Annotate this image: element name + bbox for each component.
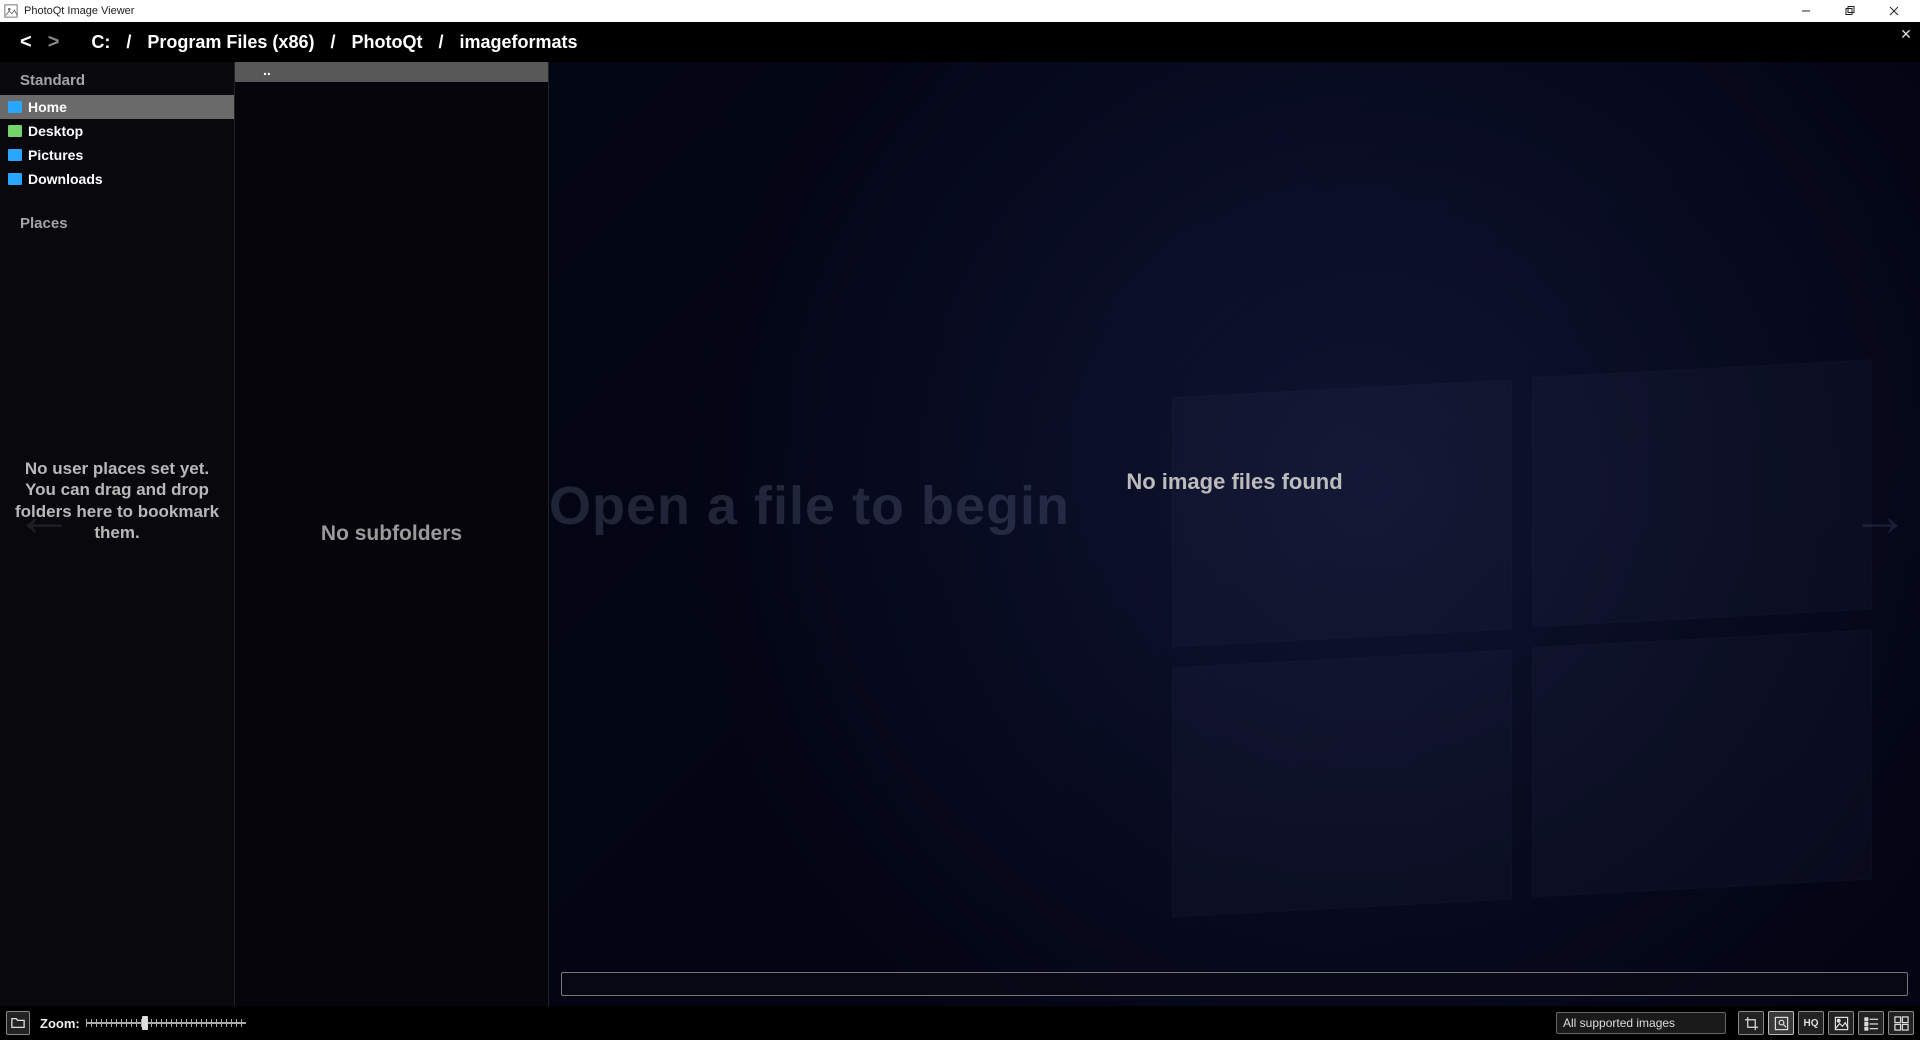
places-empty-message: No user places set yet. You can drag and… bbox=[0, 458, 234, 543]
window-titlebar: PhotoQt Image Viewer bbox=[0, 0, 1920, 22]
app-icon bbox=[4, 4, 18, 18]
filename-input[interactable] bbox=[561, 972, 1908, 996]
sidebar-item-label: Home bbox=[28, 99, 67, 115]
open-file-ghost-text: Open a file to begin bbox=[549, 475, 1070, 537]
preview-panel: Open a file to begin No image files foun… bbox=[549, 62, 1920, 1006]
breadcrumb-separator: / bbox=[432, 32, 449, 53]
sidebar: Standard Home Desktop Pictures Downloads… bbox=[0, 62, 235, 1006]
breadcrumb-separator: / bbox=[120, 32, 137, 53]
breadcrumb-segment[interactable]: C: bbox=[81, 30, 120, 55]
preview-toggle-button[interactable] bbox=[1768, 1011, 1794, 1035]
sidebar-item-downloads[interactable]: Downloads bbox=[0, 167, 234, 191]
no-subfolders-label: No subfolders bbox=[321, 522, 462, 546]
main-area: Standard Home Desktop Pictures Downloads… bbox=[0, 62, 1920, 1006]
parent-folder-item[interactable]: .. bbox=[235, 62, 548, 82]
breadcrumb-separator: / bbox=[324, 32, 341, 53]
background-windows-logo bbox=[1172, 388, 1872, 908]
maximize-button[interactable] bbox=[1828, 0, 1872, 22]
close-panel-button[interactable]: ✕ bbox=[1898, 26, 1914, 42]
no-images-label: No image files found bbox=[1126, 469, 1342, 495]
breadcrumb-segment[interactable]: imageformats bbox=[449, 30, 587, 55]
open-folder-button[interactable] bbox=[6, 1011, 30, 1035]
sidebar-item-pictures[interactable]: Pictures bbox=[0, 143, 234, 167]
subfolders-panel: .. No subfolders bbox=[235, 62, 549, 1006]
zoom-label: Zoom: bbox=[40, 1016, 80, 1031]
minimize-button[interactable] bbox=[1784, 0, 1828, 22]
sidebar-item-label: Desktop bbox=[28, 123, 83, 139]
folder-icon bbox=[8, 125, 22, 137]
file-type-filter-select[interactable]: All supported images bbox=[1556, 1012, 1726, 1034]
sidebar-header-standard: Standard bbox=[0, 62, 234, 95]
folder-icon bbox=[8, 173, 22, 185]
bottom-toolbar: Zoom: All supported images HQ bbox=[0, 1006, 1920, 1040]
hq-toggle-button[interactable]: HQ bbox=[1798, 1011, 1824, 1035]
zoom-slider[interactable] bbox=[86, 1021, 246, 1025]
sidebar-header-places: Places bbox=[0, 205, 234, 238]
zoom-slider-handle[interactable] bbox=[142, 1016, 148, 1030]
close-window-button[interactable] bbox=[1872, 0, 1916, 22]
breadcrumb-bar: < > C: / Program Files (x86) / PhotoQt /… bbox=[0, 22, 1920, 62]
sidebar-item-label: Downloads bbox=[28, 171, 103, 187]
thumbnail-view-button[interactable] bbox=[1828, 1011, 1854, 1035]
folder-icon bbox=[8, 149, 22, 161]
next-image-ghost-arrow bbox=[1850, 481, 1910, 550]
grid-view-button[interactable] bbox=[1888, 1011, 1914, 1035]
crop-view-button[interactable] bbox=[1738, 1011, 1764, 1035]
sidebar-item-label: Pictures bbox=[28, 147, 83, 163]
breadcrumb-segment[interactable]: Program Files (x86) bbox=[137, 30, 324, 55]
nav-back-button[interactable]: < bbox=[12, 31, 40, 54]
list-view-button[interactable] bbox=[1858, 1011, 1884, 1035]
filter-select-label: All supported images bbox=[1563, 1016, 1675, 1030]
folder-icon bbox=[8, 101, 22, 113]
breadcrumb-segment[interactable]: PhotoQt bbox=[341, 30, 432, 55]
nav-forward-button[interactable]: > bbox=[40, 31, 68, 54]
window-title: PhotoQt Image Viewer bbox=[24, 5, 134, 17]
sidebar-item-desktop[interactable]: Desktop bbox=[0, 119, 234, 143]
sidebar-item-home[interactable]: Home bbox=[0, 95, 234, 119]
